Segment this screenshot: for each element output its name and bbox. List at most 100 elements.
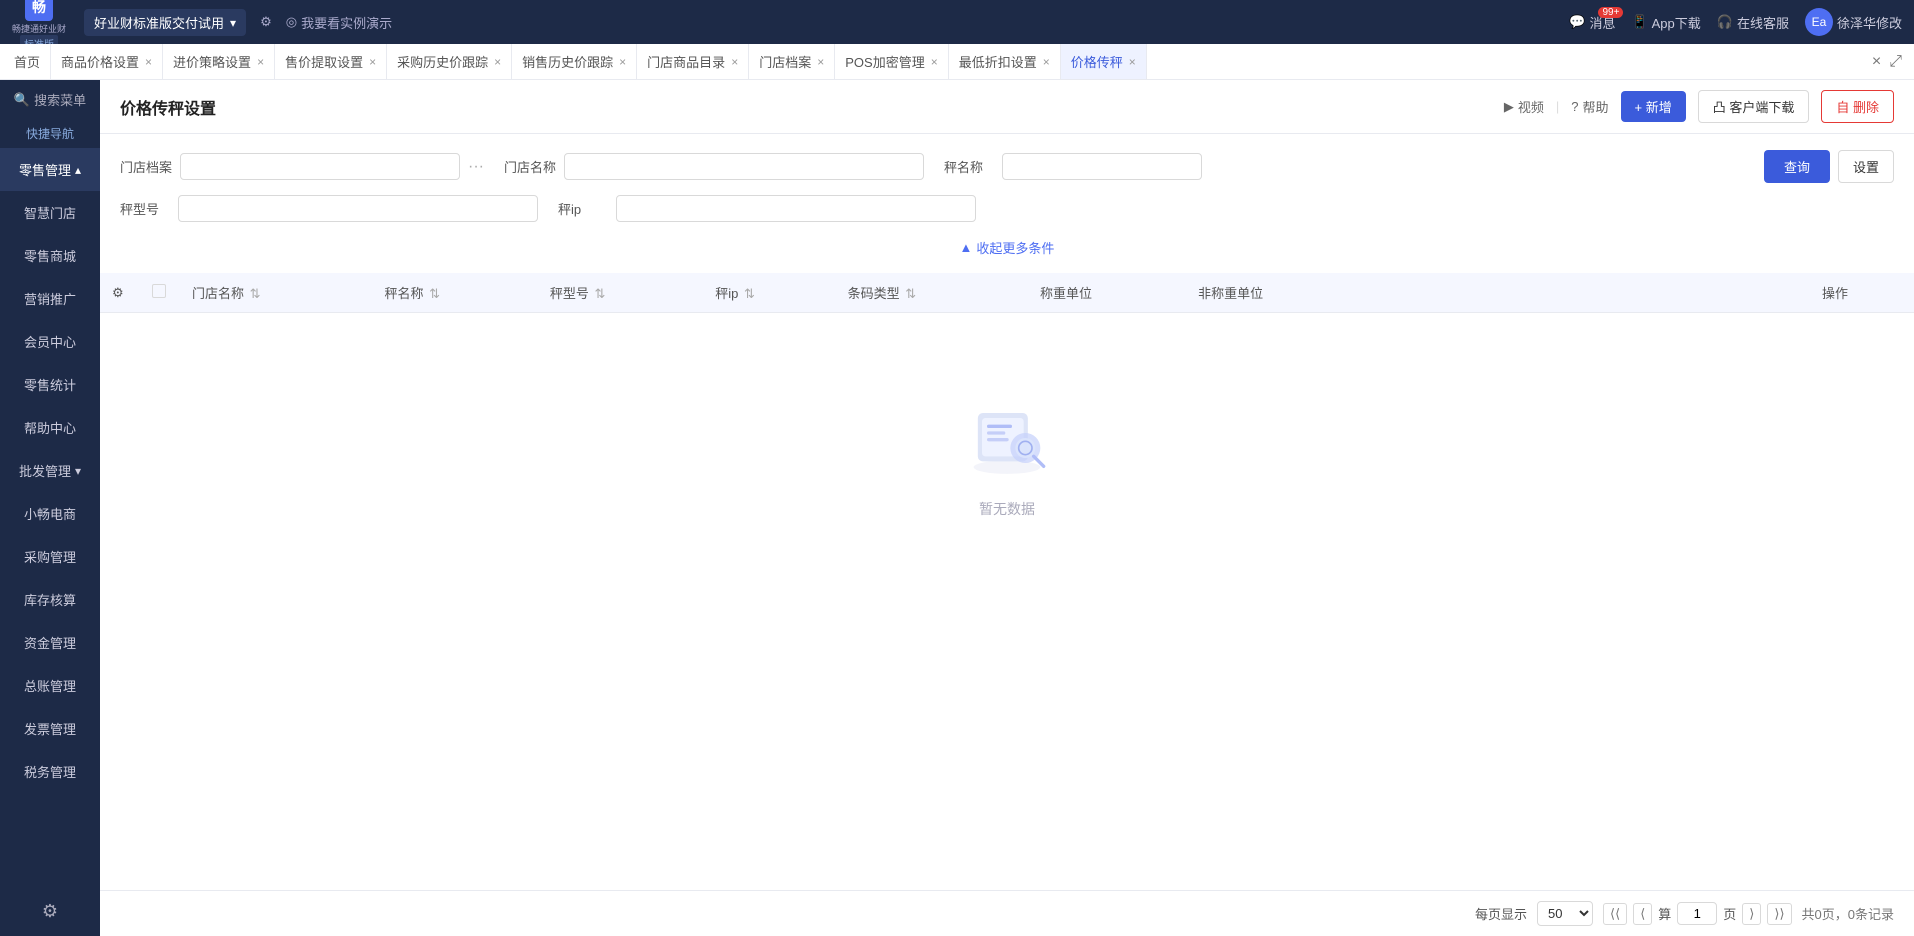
- tab-close-icon[interactable]: ×: [369, 55, 376, 69]
- maximize-tab-icon[interactable]: ⤢: [1889, 53, 1902, 71]
- tab-home[interactable]: 首页: [4, 44, 51, 80]
- sidebar-item-label: 零售商城: [24, 246, 76, 265]
- sort-store-name-icon[interactable]: ⇅: [250, 286, 261, 301]
- collapse-row: ▲ 收起更多条件: [120, 234, 1894, 265]
- page-total: 共0页，0条记录: [1802, 904, 1894, 923]
- store-name-input[interactable]: [564, 153, 924, 180]
- tab-close-icon[interactable]: ×: [731, 55, 738, 69]
- delete-button[interactable]: 自 删除: [1821, 90, 1894, 123]
- tab-price-scale[interactable]: 价格传秤 ×: [1061, 44, 1147, 80]
- th-non-weight-unit: 非称重单位: [1186, 273, 1810, 313]
- sidebar-item-tax[interactable]: 税务管理: [0, 750, 100, 793]
- tab-close-icon[interactable]: ×: [1129, 55, 1136, 69]
- tab-purchase-history[interactable]: 采购历史价跟踪 ×: [387, 44, 512, 80]
- th-check[interactable]: [140, 273, 180, 313]
- download-client-button[interactable]: 凸 客户端下载: [1698, 90, 1810, 123]
- user-action[interactable]: Ea 徐泽华修改: [1805, 8, 1902, 36]
- tab-close-icon[interactable]: ×: [257, 55, 264, 69]
- tab-close-icon[interactable]: ×: [817, 55, 824, 69]
- tab-label: 进价策略设置: [173, 52, 251, 71]
- select-all-checkbox[interactable]: [152, 284, 166, 298]
- tab-min-discount[interactable]: 最低折扣设置 ×: [949, 44, 1061, 80]
- sidebar-item-label: 总账管理: [24, 676, 76, 695]
- sidebar-item-smart-store[interactable]: 智慧门店: [0, 191, 100, 234]
- close-tab-icon[interactable]: ×: [1872, 53, 1881, 71]
- sidebar-item-label: 税务管理: [24, 762, 76, 781]
- app-download-action[interactable]: 📱 App下载: [1631, 13, 1700, 32]
- chevron-down-icon: [75, 463, 81, 478]
- chevron-up-icon: [75, 162, 81, 177]
- video-link[interactable]: ▶ 视频: [1504, 97, 1544, 116]
- sort-scale-name-icon[interactable]: ⇅: [429, 286, 440, 301]
- scale-name-input[interactable]: [1002, 153, 1202, 180]
- store-archive-filter: 门店档案 ···: [120, 153, 484, 180]
- tab-goods-price[interactable]: 商品价格设置 ×: [51, 44, 163, 80]
- empty-state-row: 暂无数据: [100, 313, 1914, 600]
- collapse-button[interactable]: ▲ 收起更多条件: [960, 238, 1055, 257]
- th-store-name: 门店名称 ⇅: [180, 273, 372, 313]
- sidebar-item-finance[interactable]: 资金管理: [0, 621, 100, 664]
- sidebar-item-invoice[interactable]: 发票管理: [0, 707, 100, 750]
- tab-sales-history[interactable]: 销售历史价跟踪 ×: [512, 44, 637, 80]
- settings-filter-button[interactable]: 设置: [1838, 150, 1894, 183]
- sidebar-item-retail-stats[interactable]: 零售统计: [0, 363, 100, 406]
- scale-ip-input[interactable]: [616, 195, 976, 222]
- tab-purchase-strategy[interactable]: 进价策略设置 ×: [163, 44, 275, 80]
- sidebar-item-small-ecomm[interactable]: 小畅电商: [0, 492, 100, 535]
- demo-button[interactable]: ◎ 我要看实例演示: [286, 13, 392, 32]
- sidebar-item-marketing[interactable]: 营销推广: [0, 277, 100, 320]
- sidebar-item-retail-mall[interactable]: 零售商城: [0, 234, 100, 277]
- th-settings[interactable]: ⚙: [100, 273, 140, 313]
- store-archive-dots-btn[interactable]: ···: [468, 158, 484, 176]
- sidebar-item-label: 发票管理: [24, 719, 76, 738]
- sidebar-item-wholesale-mgmt[interactable]: 批发管理: [0, 449, 100, 492]
- sidebar-gear-icon[interactable]: ⚙: [0, 887, 100, 936]
- tab-close-icon[interactable]: ×: [145, 55, 152, 69]
- sidebar-item-member[interactable]: 会员中心: [0, 320, 100, 363]
- query-button[interactable]: 查询: [1764, 150, 1830, 183]
- sort-scale-ip-icon[interactable]: ⇅: [744, 286, 755, 301]
- tab-label: 价格传秤: [1071, 52, 1123, 71]
- sidebar-bottom: ⚙: [0, 887, 100, 936]
- sidebar-item-general-ledger[interactable]: 总账管理: [0, 664, 100, 707]
- last-page-button[interactable]: ⟩⟩: [1767, 903, 1791, 925]
- tab-selling-price[interactable]: 售价提取设置 ×: [275, 44, 387, 80]
- next-page-button[interactable]: ⟩: [1742, 903, 1761, 925]
- version-dropdown[interactable]: 好业财标准版交付试用: [84, 9, 246, 36]
- tab-label: 最低折扣设置: [959, 52, 1037, 71]
- sidebar-item-inventory[interactable]: 库存核算: [0, 578, 100, 621]
- sidebar-item-help-center[interactable]: 帮助中心: [0, 406, 100, 449]
- scale-model-input[interactable]: [178, 195, 538, 222]
- message-action[interactable]: 💬 消息 99+: [1569, 13, 1615, 32]
- tab-close-icon[interactable]: ×: [931, 55, 938, 69]
- online-service-action[interactable]: 🎧 在线客服: [1717, 13, 1789, 32]
- tab-close-icon[interactable]: ×: [1043, 55, 1050, 69]
- page-title: 价格传秤设置: [120, 95, 216, 119]
- sidebar-nav-label[interactable]: 快捷导航: [0, 119, 100, 148]
- add-button[interactable]: + 新增: [1621, 91, 1686, 122]
- tab-store-catalog[interactable]: 门店商品目录 ×: [637, 44, 749, 80]
- logo-icon: 畅: [25, 0, 53, 21]
- page-number-input[interactable]: [1677, 902, 1717, 925]
- tab-label: 门店商品目录: [647, 52, 725, 71]
- tab-store-archive[interactable]: 门店档案 ×: [749, 44, 835, 80]
- sidebar-search[interactable]: 🔍 搜索菜单: [0, 80, 100, 119]
- sort-scale-model-icon[interactable]: ⇅: [594, 286, 605, 301]
- first-page-button[interactable]: ⟨⟨: [1603, 903, 1627, 925]
- settings-icon[interactable]: ⚙: [256, 10, 276, 34]
- sidebar-item-label: 帮助中心: [24, 418, 76, 437]
- help-link[interactable]: ? 帮助: [1571, 97, 1608, 116]
- sort-barcode-type-icon[interactable]: ⇅: [905, 286, 916, 301]
- sidebar-item-purchase-mgmt[interactable]: 采购管理: [0, 535, 100, 578]
- scale-name-label: 秤名称: [944, 157, 994, 176]
- sidebar-item-label: 库存核算: [24, 590, 76, 609]
- page-size-select[interactable]: 50 10 20 100: [1537, 901, 1593, 926]
- th-scale-ip: 秤ip ⇅: [703, 273, 835, 313]
- sidebar-item-retail-mgmt[interactable]: 零售管理: [0, 148, 100, 191]
- user-name: 徐泽华修改: [1837, 13, 1902, 32]
- tab-close-icon[interactable]: ×: [619, 55, 626, 69]
- tab-close-icon[interactable]: ×: [494, 55, 501, 69]
- tab-pos-mgmt[interactable]: POS加密管理 ×: [835, 44, 948, 80]
- store-archive-input[interactable]: [180, 153, 460, 180]
- prev-page-button[interactable]: ⟨: [1633, 903, 1652, 925]
